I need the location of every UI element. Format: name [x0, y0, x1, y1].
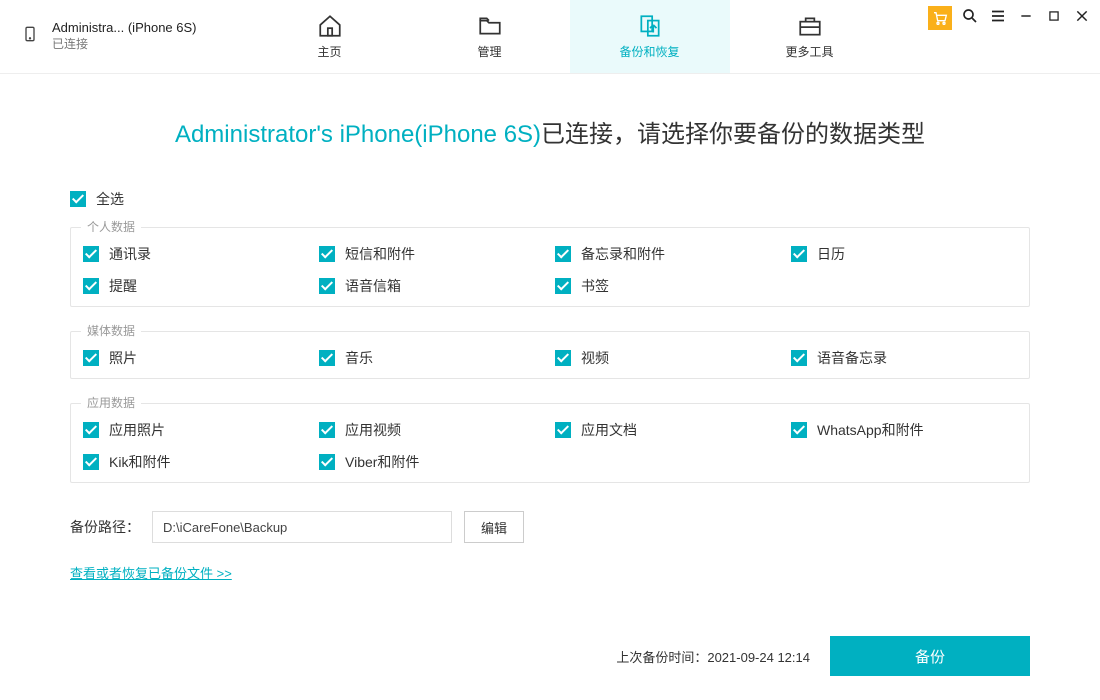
item-voice-memos: 语音备忘录: [817, 348, 887, 368]
group-apps: 应用数据 应用照片 应用视频 应用文档 WhatsApp和附件 Kik和附件 V…: [70, 403, 1030, 483]
checkbox-app-photos[interactable]: [83, 422, 99, 438]
checkbox-select-all[interactable]: [70, 191, 86, 207]
checkbox-voice-memos[interactable]: [791, 350, 807, 366]
page-headline: Administrator's iPhone(iPhone 6S)已连接，请选择…: [70, 114, 1030, 149]
group-media-title: 媒体数据: [81, 322, 141, 339]
backup-icon: [637, 13, 663, 39]
checkbox-contacts[interactable]: [83, 246, 99, 262]
item-app-videos: 应用视频: [345, 420, 401, 440]
device-name: Administra... (iPhone 6S): [52, 20, 197, 37]
group-apps-title: 应用数据: [81, 394, 141, 411]
item-reminders: 提醒: [109, 276, 137, 296]
item-photos: 照片: [109, 348, 137, 368]
headline-rest: 已连接，请选择你要备份的数据类型: [541, 121, 925, 148]
checkbox-voicemail[interactable]: [319, 278, 335, 294]
cart-button[interactable]: [928, 6, 952, 30]
checkbox-music[interactable]: [319, 350, 335, 366]
item-voicemail: 语音信箱: [345, 276, 401, 296]
item-contacts: 通讯录: [109, 244, 151, 264]
group-personal-title: 个人数据: [81, 218, 141, 235]
tab-backup-label: 备份和恢复: [619, 43, 679, 60]
tab-tools-label: 更多工具: [785, 43, 833, 60]
device-status: 已连接: [52, 37, 197, 53]
headline-device: Administrator's iPhone(iPhone 6S): [175, 121, 541, 148]
checkbox-kik[interactable]: [83, 454, 99, 470]
menu-button[interactable]: [988, 6, 1008, 26]
tab-tools[interactable]: 更多工具: [730, 0, 890, 73]
checkbox-viber[interactable]: [319, 454, 335, 470]
backup-path-input[interactable]: [152, 511, 452, 543]
item-videos: 视频: [581, 348, 609, 368]
item-notes: 备忘录和附件: [581, 244, 665, 264]
maximize-button[interactable]: [1044, 6, 1064, 26]
item-whatsapp: WhatsApp和附件: [817, 420, 924, 440]
path-label: 备份路径：: [70, 517, 140, 537]
tab-manage[interactable]: 管理: [410, 0, 570, 73]
tab-home[interactable]: 主页: [250, 0, 410, 73]
minimize-button[interactable]: [1016, 6, 1036, 26]
checkbox-photos[interactable]: [83, 350, 99, 366]
item-viber: Viber和附件: [345, 452, 419, 472]
item-bookmarks: 书签: [581, 276, 609, 296]
device-block: Administra... (iPhone 6S) 已连接: [0, 0, 250, 73]
checkbox-bookmarks[interactable]: [555, 278, 571, 294]
home-icon: [317, 13, 343, 39]
checkbox-whatsapp[interactable]: [791, 422, 807, 438]
folder-icon: [477, 13, 503, 39]
toolbox-icon: [797, 13, 823, 39]
group-media: 媒体数据 照片 音乐 视频 语音备忘录: [70, 331, 1030, 379]
checkbox-videos[interactable]: [555, 350, 571, 366]
select-all-label: 全选: [96, 189, 124, 209]
phone-icon: [22, 22, 42, 51]
item-kik: Kik和附件: [109, 452, 170, 472]
close-button[interactable]: [1072, 6, 1092, 26]
search-button[interactable]: [960, 6, 980, 26]
tab-manage-label: 管理: [477, 43, 501, 60]
last-backup-text: 上次备份时间：2021-09-24 12:14: [616, 647, 810, 666]
tab-backup[interactable]: 备份和恢复: [570, 0, 730, 73]
edit-path-button[interactable]: 编辑: [464, 511, 524, 543]
tab-home-label: 主页: [317, 43, 341, 60]
item-sms: 短信和附件: [345, 244, 415, 264]
group-personal: 个人数据 通讯录 短信和附件 备忘录和附件 日历 提醒 语音信箱 书签: [70, 227, 1030, 307]
checkbox-app-videos[interactable]: [319, 422, 335, 438]
checkbox-sms[interactable]: [319, 246, 335, 262]
checkbox-notes[interactable]: [555, 246, 571, 262]
item-music: 音乐: [345, 348, 373, 368]
checkbox-reminders[interactable]: [83, 278, 99, 294]
item-calendar: 日历: [817, 244, 845, 264]
item-app-docs: 应用文档: [581, 420, 637, 440]
checkbox-app-docs[interactable]: [555, 422, 571, 438]
view-restore-link[interactable]: 查看或者恢复已备份文件 >>: [70, 563, 232, 582]
backup-button[interactable]: 备份: [830, 636, 1030, 676]
item-app-photos: 应用照片: [109, 420, 165, 440]
checkbox-calendar[interactable]: [791, 246, 807, 262]
